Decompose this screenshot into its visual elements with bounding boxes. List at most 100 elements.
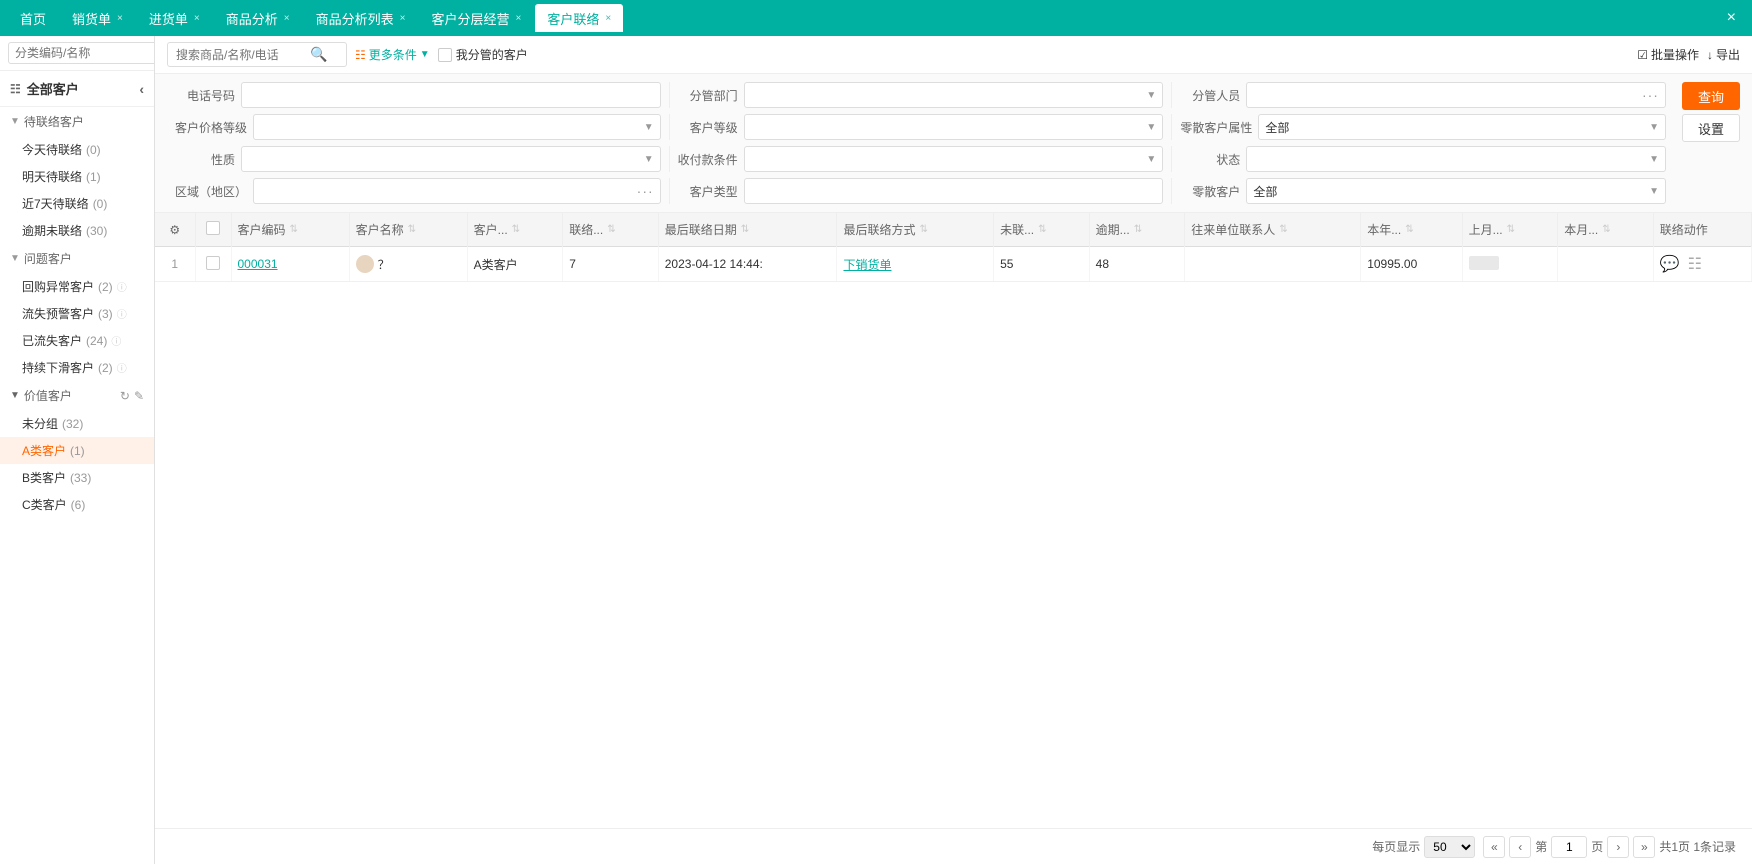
th-this-year[interactable]: 本年... ⇅ xyxy=(1361,213,1462,247)
export-button[interactable]: ↓ 导出 xyxy=(1707,46,1740,63)
per-page-selector: 每页显示 50 100 xyxy=(1372,836,1475,858)
sidebar-section-value-customers[interactable]: ▼ 价值客户 ↻ ✎ xyxy=(0,381,154,410)
batch-op-button[interactable]: ☑ 批量操作 xyxy=(1637,46,1699,63)
sidebar-item-today-contact[interactable]: 今天待联络 (0) xyxy=(0,136,154,163)
tab-product-analysis-list[interactable]: 商品分析列表 × xyxy=(304,4,418,32)
filter-cell-dept: 分管部门 ▼ xyxy=(670,82,1173,108)
th-last-date[interactable]: 最后联络日期 ⇅ xyxy=(658,213,837,247)
chevron-down-icon: ▼ xyxy=(1146,154,1156,165)
close-icon[interactable]: × xyxy=(605,13,611,24)
th-last-month[interactable]: 上月... ⇅ xyxy=(1462,213,1558,247)
contact-icon[interactable]: 💬 xyxy=(1660,254,1680,274)
query-button[interactable]: 查询 xyxy=(1682,82,1740,110)
sidebar-section-wait-contact[interactable]: ▼ 待联络客户 xyxy=(0,107,154,136)
th-contact[interactable]: 联络... ⇅ xyxy=(563,213,659,247)
row-code[interactable]: 000031 xyxy=(231,247,349,282)
status-select[interactable]: ▼ xyxy=(1246,146,1666,172)
sidebar-item-declining[interactable]: 持续下滑客户 (2) ⓘ xyxy=(0,354,154,381)
more-action-icon[interactable]: ☷ xyxy=(1688,254,1702,274)
filter-search-icon[interactable]: 🔍 xyxy=(310,46,327,63)
checkbox-icon[interactable] xyxy=(438,48,452,62)
select-all-checkbox[interactable] xyxy=(206,221,220,235)
export-icon: ↓ xyxy=(1707,48,1713,62)
th-this-month[interactable]: 本月... ⇅ xyxy=(1558,213,1654,247)
tab-home[interactable]: 首页 xyxy=(8,4,58,32)
refresh-icon[interactable]: ↻ xyxy=(120,389,130,403)
next-page-button[interactable]: › xyxy=(1607,836,1629,858)
sidebar-item-repurchase-abnormal[interactable]: 回购异常客户 (2) ⓘ xyxy=(0,273,154,300)
scatter-attr-select[interactable]: 全部 ▼ xyxy=(1258,114,1666,140)
th-no-contact[interactable]: 未联... ⇅ xyxy=(994,213,1090,247)
sidebar-search-input[interactable] xyxy=(8,42,155,64)
close-icon[interactable]: × xyxy=(194,13,200,24)
sidebar-all-customers[interactable]: ☷ 全部客户 ‹ xyxy=(0,71,154,107)
region-input[interactable]: ··· xyxy=(253,178,661,204)
th-settings[interactable]: ⚙ xyxy=(155,213,195,247)
my-customers-checkbox[interactable]: 我分管的客户 xyxy=(438,46,528,63)
sidebar-item-churn-warning[interactable]: 流失预警客户 (3) ⓘ xyxy=(0,300,154,327)
row-actions: 💬 ☷ xyxy=(1653,247,1751,282)
close-icon[interactable]: × xyxy=(400,13,406,24)
tab-product-analysis[interactable]: 商品分析 × xyxy=(214,4,302,32)
row-last-method[interactable]: 下销货单 xyxy=(837,247,994,282)
tab-sales-order[interactable]: 销货单 × xyxy=(60,4,135,32)
customer-type-input[interactable] xyxy=(744,178,1164,204)
payment-select[interactable]: ▼ xyxy=(744,146,1164,172)
sort-icon: ⇅ xyxy=(1405,224,1413,235)
phone-input[interactable] xyxy=(241,82,661,108)
tab-customer-contact[interactable]: 客户联络 × xyxy=(535,4,623,32)
row-checkbox[interactable] xyxy=(195,247,231,282)
row-select-checkbox[interactable] xyxy=(206,256,220,270)
tab-customer-segment[interactable]: 客户分层经营 × xyxy=(419,4,533,32)
th-last-method[interactable]: 最后联络方式 ⇅ xyxy=(837,213,994,247)
more-conditions-button[interactable]: ☷ 更多条件 ▼ xyxy=(355,46,430,63)
dept-select[interactable]: ▼ xyxy=(744,82,1164,108)
th-type[interactable]: 客户... ⇅ xyxy=(467,213,563,247)
prev-page-button[interactable]: ‹ xyxy=(1509,836,1531,858)
th-overdue[interactable]: 逾期... ⇅ xyxy=(1089,213,1185,247)
close-icon[interactable]: × xyxy=(284,13,290,24)
nature-select[interactable]: ▼ xyxy=(241,146,661,172)
sidebar-item-b-customers[interactable]: B类客户 (33) xyxy=(0,464,154,491)
sort-icon: ⇅ xyxy=(919,224,927,235)
sidebar-item-churned[interactable]: 已流失客户 (24) ⓘ xyxy=(0,327,154,354)
sidebar-item-7day-contact[interactable]: 近7天待联络 (0) xyxy=(0,190,154,217)
sidebar-section-problem-customers[interactable]: ▼ 问题客户 xyxy=(0,244,154,273)
th-unit-contact[interactable]: 往来单位联系人 ⇅ xyxy=(1185,213,1361,247)
first-page-button[interactable]: « xyxy=(1483,836,1505,858)
sidebar-item-a-customers[interactable]: A类客户 (1) xyxy=(0,437,154,464)
th-checkbox[interactable] xyxy=(195,213,231,247)
advanced-filter: 电话号码 分管部门 ▼ xyxy=(155,74,1752,213)
nature-label: 性质 xyxy=(175,151,235,168)
per-page-select[interactable]: 50 100 xyxy=(1424,836,1475,858)
filter-search-input[interactable] xyxy=(176,48,306,62)
th-name[interactable]: 客户名称 ⇅ xyxy=(349,213,467,247)
page-number-input[interactable] xyxy=(1551,836,1587,858)
arrow-icon: ▼ xyxy=(10,116,20,127)
settings-button[interactable]: 设置 xyxy=(1682,114,1740,142)
customer-table: ⚙ 客户编码 ⇅ 客户名称 ⇅ xyxy=(155,213,1752,282)
customer-type-label: 客户类型 xyxy=(678,183,738,200)
person-input[interactable]: ··· xyxy=(1246,82,1666,108)
sort-icon: ⇅ xyxy=(1507,224,1515,235)
filter-search-container: 🔍 xyxy=(167,42,347,67)
collapse-icon[interactable]: ‹ xyxy=(139,81,144,97)
customer-level-label: 客户等级 xyxy=(678,119,738,136)
sidebar-item-c-customers[interactable]: C类客户 (6) xyxy=(0,491,154,518)
last-page-button[interactable]: » xyxy=(1633,836,1655,858)
sidebar-item-overdue-contact[interactable]: 逾期未联络 (30) xyxy=(0,217,154,244)
row-name[interactable]: ？ xyxy=(349,247,467,282)
sidebar-item-tomorrow-contact[interactable]: 明天待联络 (1) xyxy=(0,163,154,190)
tab-purchase-order[interactable]: 进货单 × xyxy=(137,4,212,32)
sidebar-item-no-group[interactable]: 未分组 (32) xyxy=(0,410,154,437)
close-all-button[interactable]: × xyxy=(1719,9,1744,27)
close-icon[interactable]: × xyxy=(117,13,123,24)
scatter-customer-select[interactable]: 全部 ▼ xyxy=(1246,178,1666,204)
close-icon[interactable]: × xyxy=(515,13,521,24)
chevron-down-icon: ▼ xyxy=(1649,154,1659,165)
table-scroll-area[interactable]: ⚙ 客户编码 ⇅ 客户名称 ⇅ xyxy=(155,213,1752,828)
th-code[interactable]: 客户编码 ⇅ xyxy=(231,213,349,247)
edit-icon[interactable]: ✎ xyxy=(134,389,144,403)
customer-level-select[interactable]: ▼ xyxy=(744,114,1164,140)
price-level-select[interactable]: ▼ xyxy=(253,114,661,140)
